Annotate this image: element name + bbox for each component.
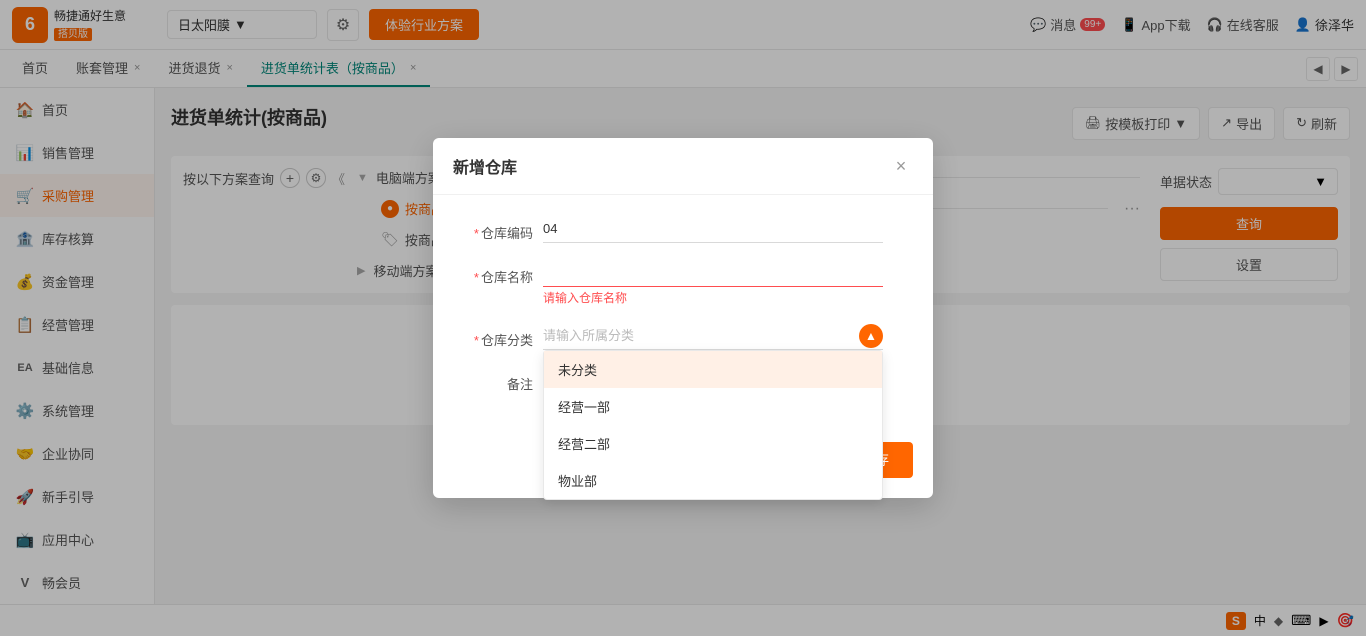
category-dropdown: ▲ 未分类 经营一部 经营二部 物业部	[543, 322, 883, 350]
warehouse-name-input[interactable]	[543, 259, 883, 287]
name-label: 仓库名称	[453, 259, 533, 286]
warehouse-code-input[interactable]	[543, 215, 883, 243]
warehouse-code-row: 仓库编码	[453, 215, 913, 243]
category-option-1[interactable]: 经营一部	[544, 388, 882, 425]
name-error-msg: 请输入仓库名称	[543, 289, 883, 306]
category-dropdown-list: 未分类 经营一部 经营二部 物业部	[543, 350, 883, 500]
category-label: 仓库分类	[453, 322, 533, 349]
category-option-2[interactable]: 经营二部	[544, 425, 882, 462]
modal-close-button[interactable]: ×	[889, 154, 913, 178]
new-warehouse-modal: 新增仓库 × 仓库编码 仓库名称 请输入仓库名称 仓库分类	[433, 138, 933, 498]
modal-header: 新增仓库 ×	[433, 138, 933, 195]
name-input-wrapper: 请输入仓库名称	[543, 259, 883, 306]
modal-backdrop: 新增仓库 × 仓库编码 仓库名称 请输入仓库名称 仓库分类	[0, 0, 1366, 636]
category-option-3[interactable]: 物业部	[544, 462, 882, 499]
category-input[interactable]	[543, 322, 883, 350]
modal-title: 新增仓库	[453, 154, 517, 178]
warehouse-category-row: 仓库分类 ▲ 未分类 经营一部 经营二部 物业部	[453, 322, 913, 350]
code-label: 仓库编码	[453, 215, 533, 242]
modal-body: 仓库编码 仓库名称 请输入仓库名称 仓库分类 ▲ 未分类	[433, 195, 933, 430]
warehouse-name-row: 仓库名称 请输入仓库名称	[453, 259, 913, 306]
category-option-unclassified[interactable]: 未分类	[544, 351, 882, 388]
dropdown-toggle-icon[interactable]: ▲	[859, 324, 883, 348]
notes-label: 备注	[453, 366, 533, 393]
